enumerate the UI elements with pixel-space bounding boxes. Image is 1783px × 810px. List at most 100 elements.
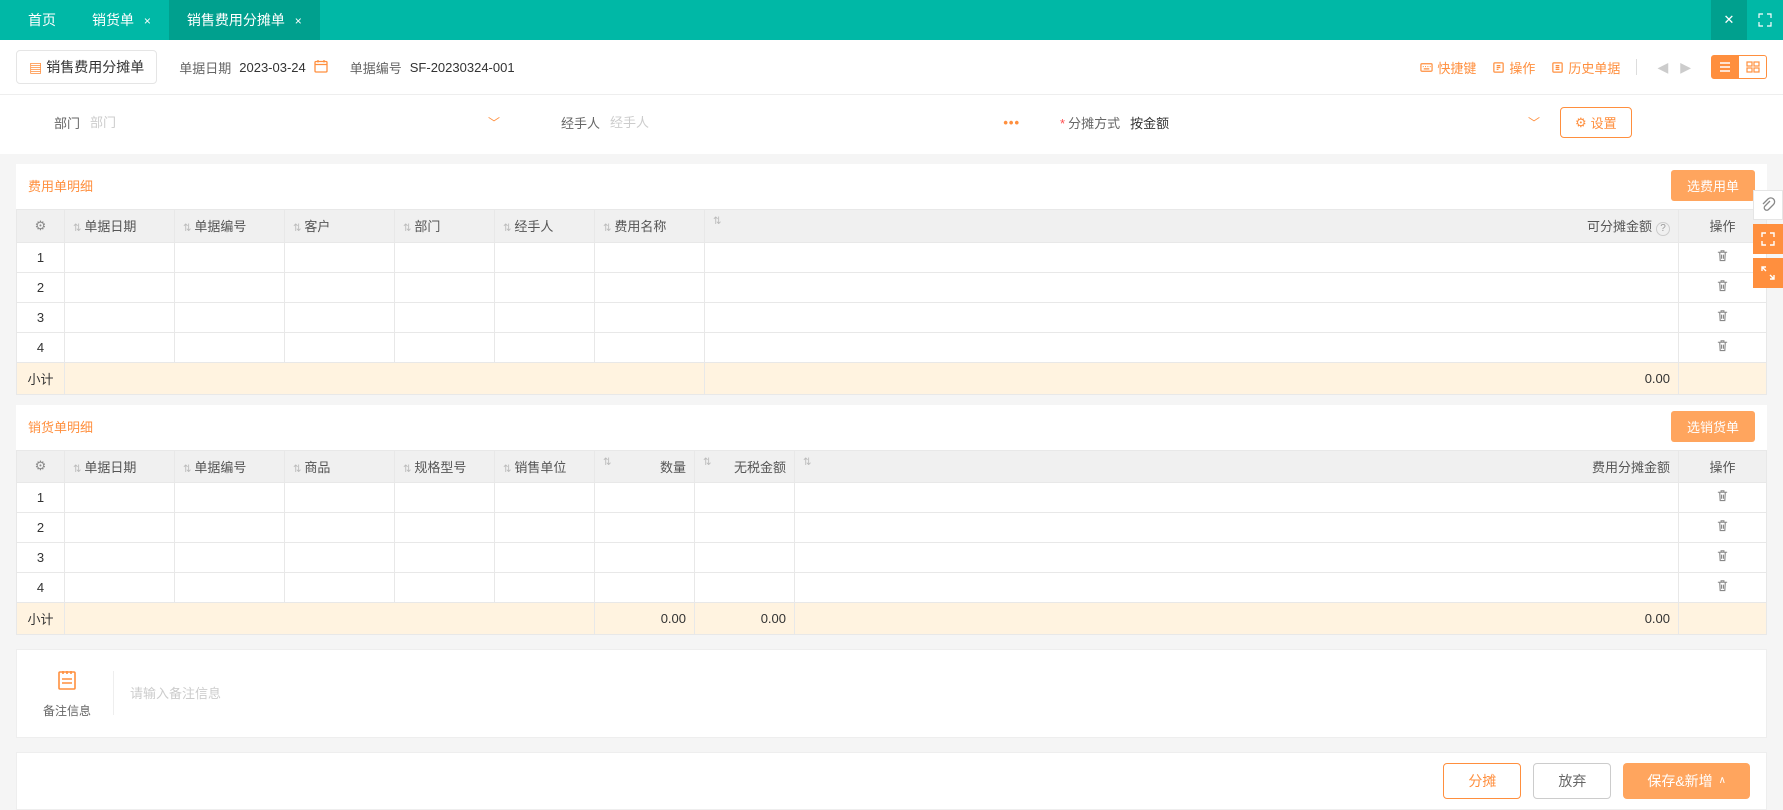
alloc-input[interactable] [1130, 115, 1528, 130]
select-expense-button[interactable]: 选费用单 [1671, 170, 1755, 201]
cell[interactable] [695, 512, 795, 542]
calendar-icon[interactable] [314, 59, 328, 76]
cell[interactable] [705, 302, 1679, 332]
delete-icon[interactable] [1716, 310, 1729, 325]
cell[interactable] [65, 542, 175, 572]
expand-icon-2[interactable] [1753, 258, 1783, 288]
alloc-select[interactable]: ﹀ [1130, 110, 1540, 136]
col-allocamount[interactable]: ⇅可分摊金额? [705, 210, 1679, 243]
save-new-button[interactable]: 保存&新增 ∧ [1623, 763, 1750, 799]
dept-input[interactable] [90, 115, 488, 130]
cell[interactable] [395, 542, 495, 572]
cell[interactable] [495, 242, 595, 272]
col-product[interactable]: ⇅商品 [285, 450, 395, 482]
history-link[interactable]: 历史单据 [1551, 58, 1620, 77]
cell[interactable] [795, 572, 1679, 602]
col-handler[interactable]: ⇅经手人 [495, 210, 595, 243]
nav-prev-icon[interactable]: ◀ [1653, 57, 1672, 78]
operate-link[interactable]: 操作 [1492, 58, 1535, 77]
cell[interactable] [595, 332, 705, 362]
cell[interactable] [285, 482, 395, 512]
fullscreen-icon[interactable] [1747, 0, 1783, 40]
delete-icon[interactable] [1716, 250, 1729, 265]
cell[interactable] [175, 302, 285, 332]
cell[interactable] [285, 302, 395, 332]
cell[interactable] [495, 272, 595, 302]
cell[interactable] [695, 542, 795, 572]
cell[interactable] [175, 242, 285, 272]
cell[interactable] [595, 242, 705, 272]
gear-icon[interactable]: ⚙ [17, 450, 65, 482]
table-row[interactable]: 2 [17, 512, 1767, 542]
delete-icon[interactable] [1716, 490, 1729, 505]
col-feealloc[interactable]: ⇅费用分摊金额 [795, 450, 1679, 482]
col-date[interactable]: ⇅单据日期 [65, 450, 175, 482]
cell[interactable] [65, 572, 175, 602]
table-row[interactable]: 2 [17, 272, 1767, 302]
date-value[interactable]: 2023-03-24 [239, 60, 306, 75]
cell[interactable] [495, 512, 595, 542]
col-dept[interactable]: ⇅部门 [395, 210, 495, 243]
cell[interactable] [65, 512, 175, 542]
cell[interactable] [285, 512, 395, 542]
table-row[interactable]: 4 [17, 572, 1767, 602]
cell[interactable] [495, 572, 595, 602]
cell[interactable] [175, 572, 285, 602]
cell[interactable] [705, 242, 1679, 272]
cell[interactable] [695, 572, 795, 602]
cell[interactable] [65, 272, 175, 302]
close-window-icon[interactable]: ✕ [1711, 0, 1747, 40]
allocate-button[interactable]: 分摊 [1443, 763, 1521, 799]
select-sales-button[interactable]: 选销货单 [1671, 411, 1755, 442]
gear-icon[interactable]: ⚙ [17, 210, 65, 243]
cell[interactable] [285, 242, 395, 272]
cell[interactable] [175, 272, 285, 302]
cell[interactable] [65, 332, 175, 362]
cell[interactable] [285, 332, 395, 362]
cell[interactable] [495, 482, 595, 512]
delete-icon[interactable] [1716, 580, 1729, 595]
more-icon[interactable]: ••• [1003, 115, 1020, 130]
cell[interactable] [395, 332, 495, 362]
cell[interactable] [795, 482, 1679, 512]
col-docno[interactable]: ⇅单据编号 [175, 210, 285, 243]
col-feename[interactable]: ⇅费用名称 [595, 210, 705, 243]
cell[interactable] [705, 272, 1679, 302]
cell[interactable] [175, 542, 285, 572]
table-row[interactable]: 4 [17, 332, 1767, 362]
cell[interactable] [595, 482, 695, 512]
cell[interactable] [495, 542, 595, 572]
table-row[interactable]: 1 [17, 242, 1767, 272]
col-spec[interactable]: ⇅规格型号 [395, 450, 495, 482]
discard-button[interactable]: 放弃 [1533, 763, 1611, 799]
form-type-tab[interactable]: ▤ 销售费用分摊单 [16, 50, 157, 84]
col-unit[interactable]: ⇅销售单位 [495, 450, 595, 482]
cell[interactable] [695, 482, 795, 512]
nav-next-icon[interactable]: ▶ [1676, 57, 1695, 78]
expand-icon[interactable] [1753, 224, 1783, 254]
cell[interactable] [175, 512, 285, 542]
delete-icon[interactable] [1716, 340, 1729, 355]
tab-home[interactable]: 首页 [10, 0, 74, 40]
delete-icon[interactable] [1716, 280, 1729, 295]
col-customer[interactable]: ⇅客户 [285, 210, 395, 243]
cell[interactable] [795, 542, 1679, 572]
cell[interactable] [175, 482, 285, 512]
close-icon[interactable]: × [144, 14, 151, 28]
remarks-input[interactable] [130, 686, 1746, 701]
help-icon[interactable]: ? [1656, 222, 1670, 236]
cell[interactable] [795, 512, 1679, 542]
cell[interactable] [595, 572, 695, 602]
cell[interactable] [395, 512, 495, 542]
handler-select[interactable]: ••• [610, 111, 1020, 135]
tab-sales-expense[interactable]: 销售费用分摊单 × [169, 0, 320, 40]
delete-icon[interactable] [1716, 550, 1729, 565]
col-qty[interactable]: ⇅数量 [595, 450, 695, 482]
cell[interactable] [495, 302, 595, 332]
cell[interactable] [595, 302, 705, 332]
cell[interactable] [595, 272, 705, 302]
dept-select[interactable]: ﹀ [90, 110, 500, 136]
cell[interactable] [395, 572, 495, 602]
cell[interactable] [595, 512, 695, 542]
cell[interactable] [285, 272, 395, 302]
